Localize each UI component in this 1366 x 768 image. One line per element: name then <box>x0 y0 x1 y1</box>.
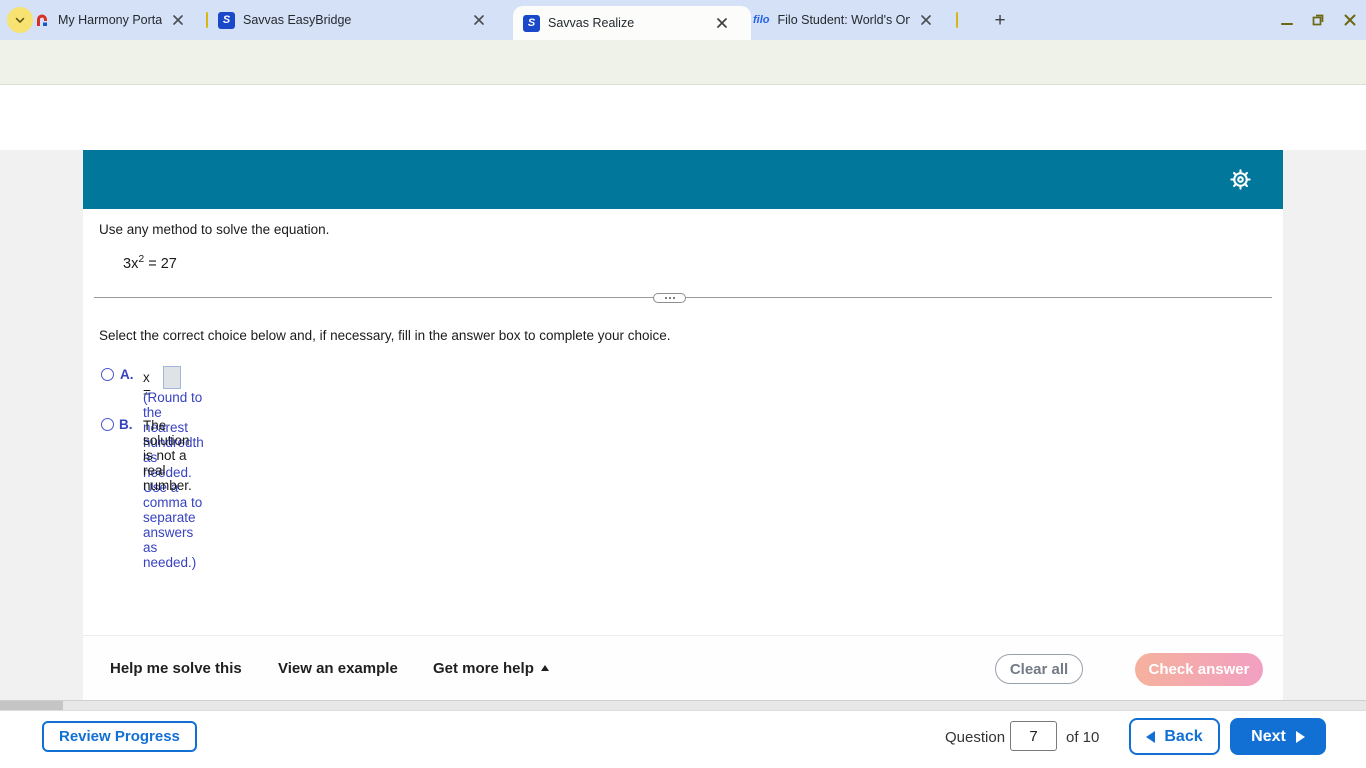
savvas-favicon-icon: S <box>218 11 235 29</box>
divider-drag-handle[interactable] <box>653 293 686 303</box>
clear-all-button[interactable]: Clear all <box>995 654 1083 684</box>
tab-title: Filo Student: World's Only Live <box>777 13 910 27</box>
choice-a-label: A. <box>120 367 134 382</box>
back-triangle-icon <box>1146 730 1156 743</box>
help-me-solve-link[interactable]: Help me solve this <box>110 660 242 677</box>
tab-search-button[interactable] <box>7 7 33 33</box>
equation-exponent: 2 <box>138 253 145 265</box>
question-prompt: Use any method to solve the equation. <box>99 222 330 237</box>
equation-lhs: 3x <box>123 255 139 272</box>
tab-close-icon[interactable] <box>170 12 186 28</box>
equation-rhs: = 27 <box>148 255 177 272</box>
horizontal-scrollbar-thumb[interactable] <box>0 701 63 710</box>
browser-titlebar: My Harmony Portal S Savvas EasyBridge S … <box>0 0 1366 40</box>
harmony-favicon-icon <box>34 12 50 28</box>
close-window-button[interactable] <box>1336 6 1364 34</box>
question-panel: Use any method to solve the equation. 3x… <box>83 209 1283 635</box>
new-tab-button[interactable]: + <box>988 9 1012 33</box>
check-answer-button[interactable]: Check answer <box>1135 653 1263 686</box>
tab-title: Savvas EasyBridge <box>243 13 352 27</box>
collapse-arrow-icon <box>540 665 549 671</box>
choice-b-text: The solution is not a real number. <box>143 418 192 493</box>
horizontal-scrollbar-track[interactable] <box>0 700 1366 710</box>
chevron-down-icon <box>13 13 27 27</box>
next-button[interactable]: Next <box>1230 718 1326 755</box>
left-gutter <box>0 150 83 700</box>
question-label: Question <box>945 729 1006 746</box>
tab-close-icon[interactable] <box>471 12 487 28</box>
answer-input-box[interactable] <box>163 366 181 389</box>
settings-gear-icon[interactable] <box>1220 159 1260 199</box>
view-example-link[interactable]: View an example <box>278 660 398 677</box>
right-gutter <box>1283 150 1366 700</box>
savvas-favicon-icon: S <box>523 14 540 32</box>
tab-title: My Harmony Portal <box>58 13 162 27</box>
choice-instruction: Select the correct choice below and, if … <box>99 328 671 343</box>
tab-my-harmony-portal[interactable]: My Harmony Portal <box>34 0 204 40</box>
choice-b-label: B. <box>119 417 133 432</box>
radio-choice-b[interactable] <box>101 418 114 431</box>
equation: 3x2 = 27 <box>123 253 177 272</box>
back-button[interactable]: Back <box>1129 718 1220 755</box>
tab-filo-student[interactable]: filo Filo Student: World's Only Live <box>753 0 948 40</box>
filo-favicon-icon: filo <box>753 14 770 26</box>
tab-group-separator <box>956 12 958 28</box>
tab-savvas-realize-active[interactable]: S Savvas Realize <box>513 6 751 40</box>
assignment-header: ALGEBRA II - 9MAALG2_S/P1 5-8 MATH XL DU… <box>0 85 1366 226</box>
question-toolbar-banner <box>83 150 1283 209</box>
question-number-input[interactable] <box>1010 721 1057 751</box>
question-total: of 10 <box>1066 729 1100 746</box>
review-progress-button[interactable]: Review Progress <box>42 721 197 752</box>
browser-toolbar: savvasrealize.com/dashboard/classes/66ad… <box>0 40 1366 119</box>
tab-group-separator <box>206 12 208 28</box>
tab-title: Savvas Realize <box>548 16 635 30</box>
tab-close-icon[interactable] <box>918 12 934 28</box>
next-triangle-icon <box>1295 730 1305 743</box>
radio-choice-a[interactable] <box>101 368 114 381</box>
minimize-button[interactable] <box>1273 6 1301 34</box>
help-bar <box>83 635 1283 700</box>
get-more-help-link[interactable]: Get more help <box>433 660 549 677</box>
tab-savvas-easybridge[interactable]: S Savvas EasyBridge <box>218 0 508 40</box>
restore-button[interactable] <box>1304 6 1332 34</box>
tab-close-icon[interactable] <box>714 15 730 31</box>
